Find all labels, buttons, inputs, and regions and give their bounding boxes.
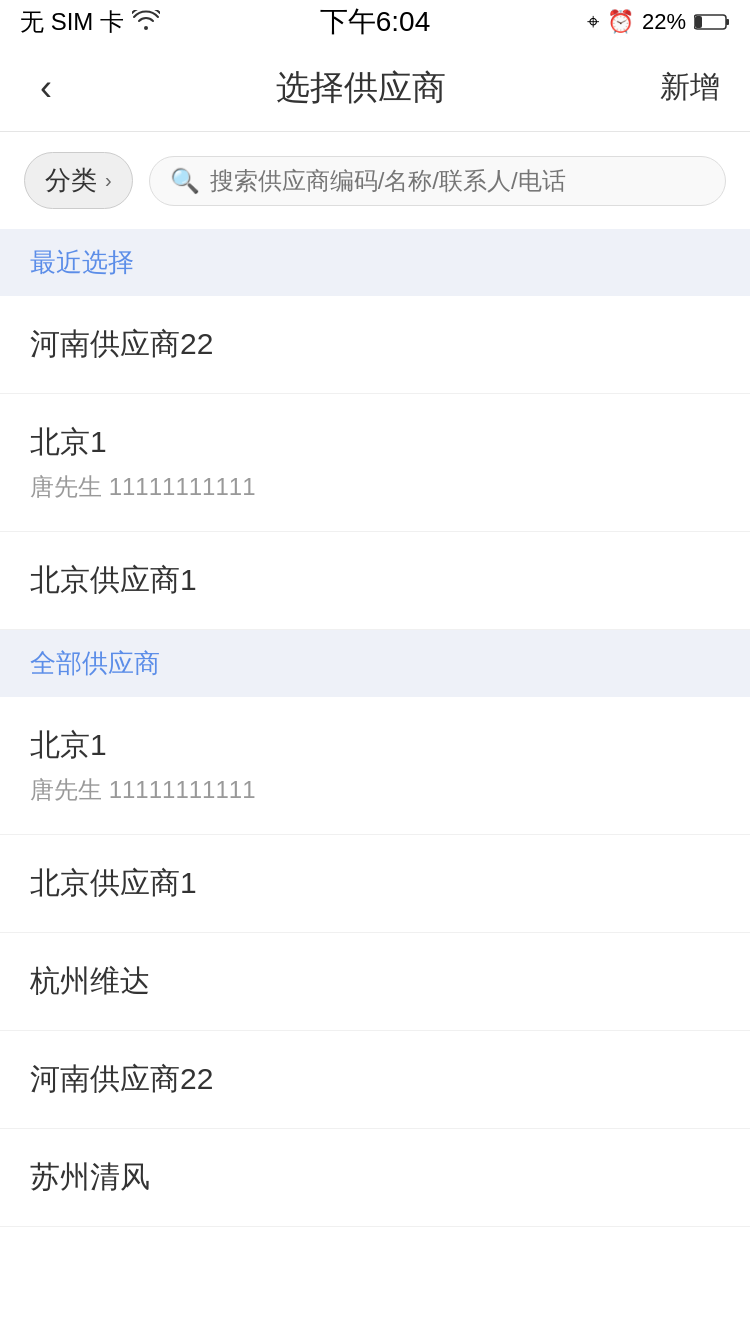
search-input[interactable]: [210, 167, 705, 195]
recent-list: 河南供应商22 北京1 唐先生 11111111111 北京供应商1: [0, 296, 750, 630]
search-icon: 🔍: [170, 167, 200, 195]
category-button[interactable]: 分类 ›: [24, 152, 133, 209]
list-item[interactable]: 杭州维达: [0, 933, 750, 1031]
svg-rect-2: [726, 19, 729, 25]
location-icon: ⌖: [587, 9, 599, 35]
list-item[interactable]: 北京供应商1: [0, 532, 750, 630]
list-item[interactable]: 北京1 唐先生 11111111111: [0, 394, 750, 532]
list-item[interactable]: 河南供应商22: [0, 1031, 750, 1129]
all-list: 北京1 唐先生 11111111111 北京供应商1 杭州维达 河南供应商22 …: [0, 697, 750, 1227]
status-bar: 无 SIM 卡 下午6:04 ⌖ ⏰ 22%: [0, 0, 750, 44]
item-name: 苏州清风: [30, 1157, 720, 1198]
status-right: ⌖ ⏰ 22%: [587, 9, 730, 35]
recent-section-header: 最近选择: [0, 229, 750, 296]
category-label: 分类: [45, 163, 97, 198]
filter-bar: 分类 › 🔍: [0, 132, 750, 229]
add-button[interactable]: 新增: [660, 67, 720, 108]
item-name: 北京供应商1: [30, 560, 720, 601]
item-name: 北京1: [30, 422, 720, 463]
nav-bar: ‹ 选择供应商 新增: [0, 44, 750, 132]
page-title: 选择供应商: [276, 65, 446, 111]
carrier-text: 无 SIM 卡: [20, 6, 124, 38]
alarm-icon: ⏰: [607, 9, 634, 35]
status-time: 下午6:04: [320, 3, 431, 41]
item-sub: 唐先生 11111111111: [30, 774, 720, 806]
svg-rect-1: [695, 16, 702, 28]
list-item[interactable]: 北京供应商1: [0, 835, 750, 933]
item-name: 河南供应商22: [30, 324, 720, 365]
item-name: 北京1: [30, 725, 720, 766]
back-button[interactable]: ‹: [30, 57, 62, 119]
all-section-label: 全部供应商: [30, 648, 160, 678]
list-item[interactable]: 河南供应商22: [0, 296, 750, 394]
item-sub: 唐先生 11111111111: [30, 471, 720, 503]
list-item[interactable]: 北京1 唐先生 11111111111: [0, 697, 750, 835]
item-name: 河南供应商22: [30, 1059, 720, 1100]
recent-section-label: 最近选择: [30, 247, 134, 277]
list-item[interactable]: 苏州清风: [0, 1129, 750, 1227]
chevron-right-icon: ›: [105, 169, 112, 192]
item-name: 杭州维达: [30, 961, 720, 1002]
item-name: 北京供应商1: [30, 863, 720, 904]
battery-icon: [694, 13, 730, 31]
wifi-icon: [132, 8, 160, 36]
all-section-header: 全部供应商: [0, 630, 750, 697]
search-box: 🔍: [149, 156, 726, 206]
status-left: 无 SIM 卡: [20, 6, 160, 38]
battery-text: 22%: [642, 9, 686, 35]
